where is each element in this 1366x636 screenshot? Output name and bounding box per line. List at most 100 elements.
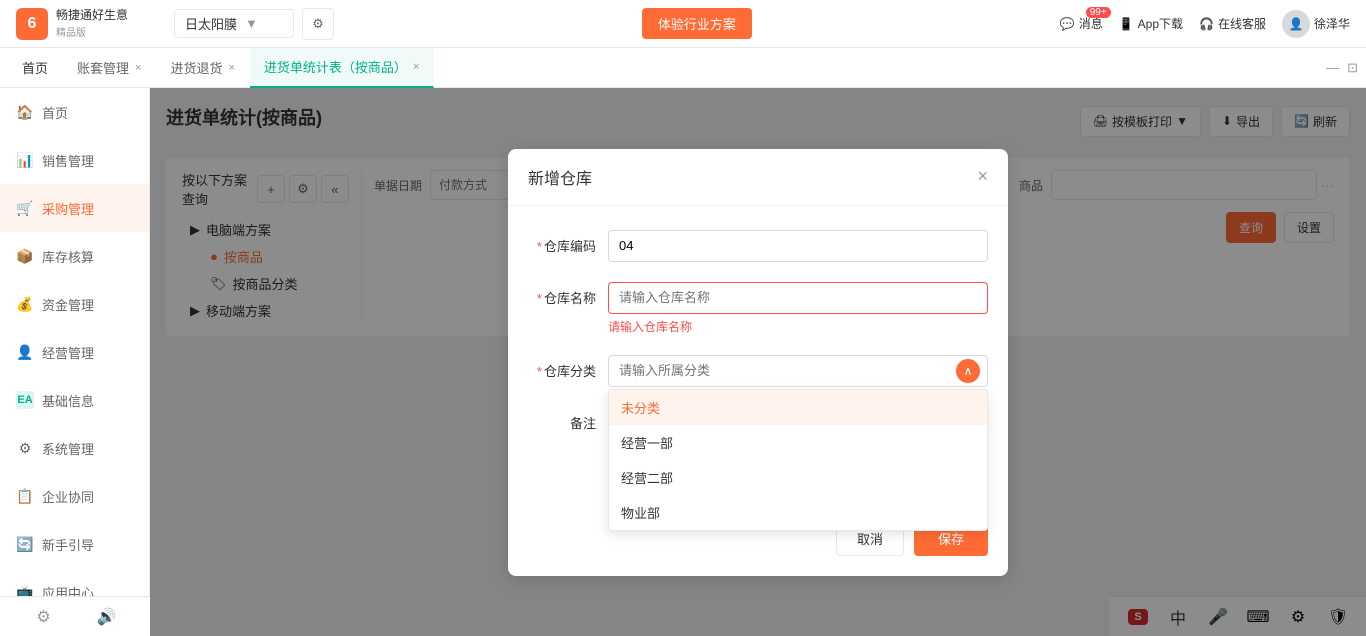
content-area: 进货单统计(按商品) 🖨 按模板打印 ▼ ⬇ 导出 🔄 刷新 [150,88,1366,636]
modal-title: 新增仓库 [528,165,592,189]
app-logo-icon: 6 [16,8,48,40]
category-input[interactable] [608,355,988,387]
business-icon: 👤 [16,343,34,361]
logo-text-area: 畅捷通好生意 精品版 [56,8,128,39]
modal-body: 仓库编码 仓库名称 请输入仓库名称 [508,206,1008,510]
tab-accounts-close[interactable]: × [135,62,141,74]
tab-purchase-return[interactable]: 进货退货 × [156,48,249,88]
store-name: 日太阳膜 [185,14,237,33]
code-label: 仓库编码 [528,230,608,255]
note-label: 备注 [528,407,608,432]
name-input-wrap: 请输入仓库名称 [608,282,988,335]
new-warehouse-modal: 新增仓库 × 仓库编码 仓库名称 [508,149,1008,576]
try-industry-btn[interactable]: 体验行业方案 [642,8,752,39]
category-label: 仓库分类 [528,355,608,380]
home-icon: 🏠 [16,103,34,121]
main-layout: 🏠 首页 📊 销售管理 🛒 采购管理 📦 库存核算 💰 资金管理 👤 经营管理 … [0,88,1366,636]
tab-purchase-return-close[interactable]: × [228,62,234,74]
sidebar-item-purchase[interactable]: 🛒 采购管理 [0,184,149,232]
store-selector[interactable]: 日太阳膜 ▼ [174,9,294,38]
user-area[interactable]: 👤 徐泽华 [1282,10,1350,38]
tab-bar: 首页 账套管理 × 进货退货 × 进货单统计表（按商品） × — ⊡ [0,48,1366,88]
header-right: 💬 消息 99+ 📱 App下载 🎧 在线客服 👤 徐泽华 [1060,10,1350,38]
tab-purchase-return-label: 进货退货 [170,58,222,77]
form-item-code: 仓库编码 [528,230,988,262]
tab-purchase-stats-label: 进货单统计表（按商品） [264,57,407,76]
name-label: 仓库名称 [528,282,608,307]
app-download-icon: 📱 [1119,17,1134,31]
store-dropdown-arrow: ▼ [245,16,258,31]
name-error-msg: 请输入仓库名称 [608,318,988,335]
sidebar-settings-icon[interactable]: ⚙ [32,605,56,629]
online-service-label: 在线客服 [1218,15,1266,32]
sidebar-item-system-label: 系统管理 [42,439,94,458]
tab-home-label: 首页 [22,58,48,77]
app-download-btn[interactable]: 📱 App下载 [1119,15,1183,32]
tab-minimize-icon[interactable]: — [1326,60,1339,75]
settings-icon-btn[interactable]: ⚙ [302,8,334,40]
sidebar-item-basic[interactable]: EA 基础信息 [0,376,149,424]
modal-close-btn[interactable]: × [977,166,988,187]
modal-overlay: 新增仓库 × 仓库编码 仓库名称 [150,88,1366,636]
user-avatar: 👤 [1282,10,1310,38]
tab-maximize-icon[interactable]: ⊡ [1347,60,1358,76]
sidebar-item-guide-label: 新手引导 [42,535,94,554]
category-dropdown: 未分类 经营一部 经营二部 物业部 [608,389,988,531]
header-center: 体验行业方案 [334,8,1060,39]
form-item-category: 仓库分类 ∧ 未分类 经营一部 经营二部 物业部 [528,355,988,387]
message-btn[interactable]: 💬 消息 99+ [1060,15,1103,32]
basic-info-icon: EA [16,391,34,409]
sidebar-item-collab[interactable]: 📋 企业协同 [0,472,149,520]
sidebar-item-home-label: 首页 [42,103,68,122]
form-item-name: 仓库名称 请输入仓库名称 [528,282,988,335]
sales-icon: 📊 [16,151,34,169]
code-input[interactable] [608,230,988,262]
sidebar-item-sales-label: 销售管理 [42,151,94,170]
sidebar-item-guide[interactable]: 🔄 新手引导 [0,520,149,568]
dropdown-item-dept1[interactable]: 经营一部 [609,425,987,460]
top-header: 6 畅捷通好生意 精品版 日太阳膜 ▼ ⚙ 体验行业方案 💬 消息 99+ 📱 … [0,0,1366,48]
tab-accounts-label: 账套管理 [77,58,129,77]
tab-accounts[interactable]: 账套管理 × [63,48,156,88]
logo-area: 6 畅捷通好生意 精品版 [16,8,166,40]
tab-home[interactable]: 首页 [8,48,63,88]
tab-right-actions: — ⊡ [1326,60,1358,76]
category-dropdown-toggle[interactable]: ∧ [956,359,980,383]
logo-sub: 精品版 [56,24,128,39]
sidebar-item-inventory-label: 库存核算 [42,247,94,266]
sidebar-item-collab-label: 企业协同 [42,487,94,506]
sidebar-item-sales[interactable]: 📊 销售管理 [0,136,149,184]
system-icon: ⚙ [16,439,34,457]
sidebar-volume-icon[interactable]: 🔊 [95,605,119,629]
dropdown-item-uncategorized[interactable]: 未分类 [609,390,987,425]
finance-icon: 💰 [16,295,34,313]
sidebar-item-system[interactable]: ⚙ 系统管理 [0,424,149,472]
code-input-wrap [608,230,988,262]
guide-icon: 🔄 [16,535,34,553]
category-input-wrap: ∧ 未分类 经营一部 经营二部 物业部 [608,355,988,387]
online-service-btn[interactable]: 🎧 在线客服 [1199,15,1266,32]
sidebar-item-home[interactable]: 🏠 首页 [0,88,149,136]
inventory-icon: 📦 [16,247,34,265]
username-label: 徐泽华 [1314,15,1350,32]
message-icon: 💬 [1060,17,1075,31]
dropdown-item-property[interactable]: 物业部 [609,495,987,530]
tab-purchase-stats-close[interactable]: × [413,61,419,73]
sidebar-item-inventory[interactable]: 📦 库存核算 [0,232,149,280]
headphone-icon: 🎧 [1199,17,1214,31]
sidebar-item-finance-label: 资金管理 [42,295,94,314]
logo-name: 畅捷通好生意 [56,8,128,24]
app-download-label: App下载 [1138,15,1183,32]
tab-purchase-stats[interactable]: 进货单统计表（按商品） × [250,48,434,88]
sidebar-item-business[interactable]: 👤 经营管理 [0,328,149,376]
sidebar-item-purchase-label: 采购管理 [42,199,94,218]
sidebar-item-finance[interactable]: 💰 资金管理 [0,280,149,328]
purchase-icon: 🛒 [16,199,34,217]
sidebar: 🏠 首页 📊 销售管理 🛒 采购管理 📦 库存核算 💰 资金管理 👤 经营管理 … [0,88,150,636]
collab-icon: 📋 [16,487,34,505]
sidebar-item-basic-label: 基础信息 [42,391,94,410]
sidebar-item-business-label: 经营管理 [42,343,94,362]
dropdown-item-dept2[interactable]: 经营二部 [609,460,987,495]
name-input[interactable] [608,282,988,314]
modal-header: 新增仓库 × [508,149,1008,206]
